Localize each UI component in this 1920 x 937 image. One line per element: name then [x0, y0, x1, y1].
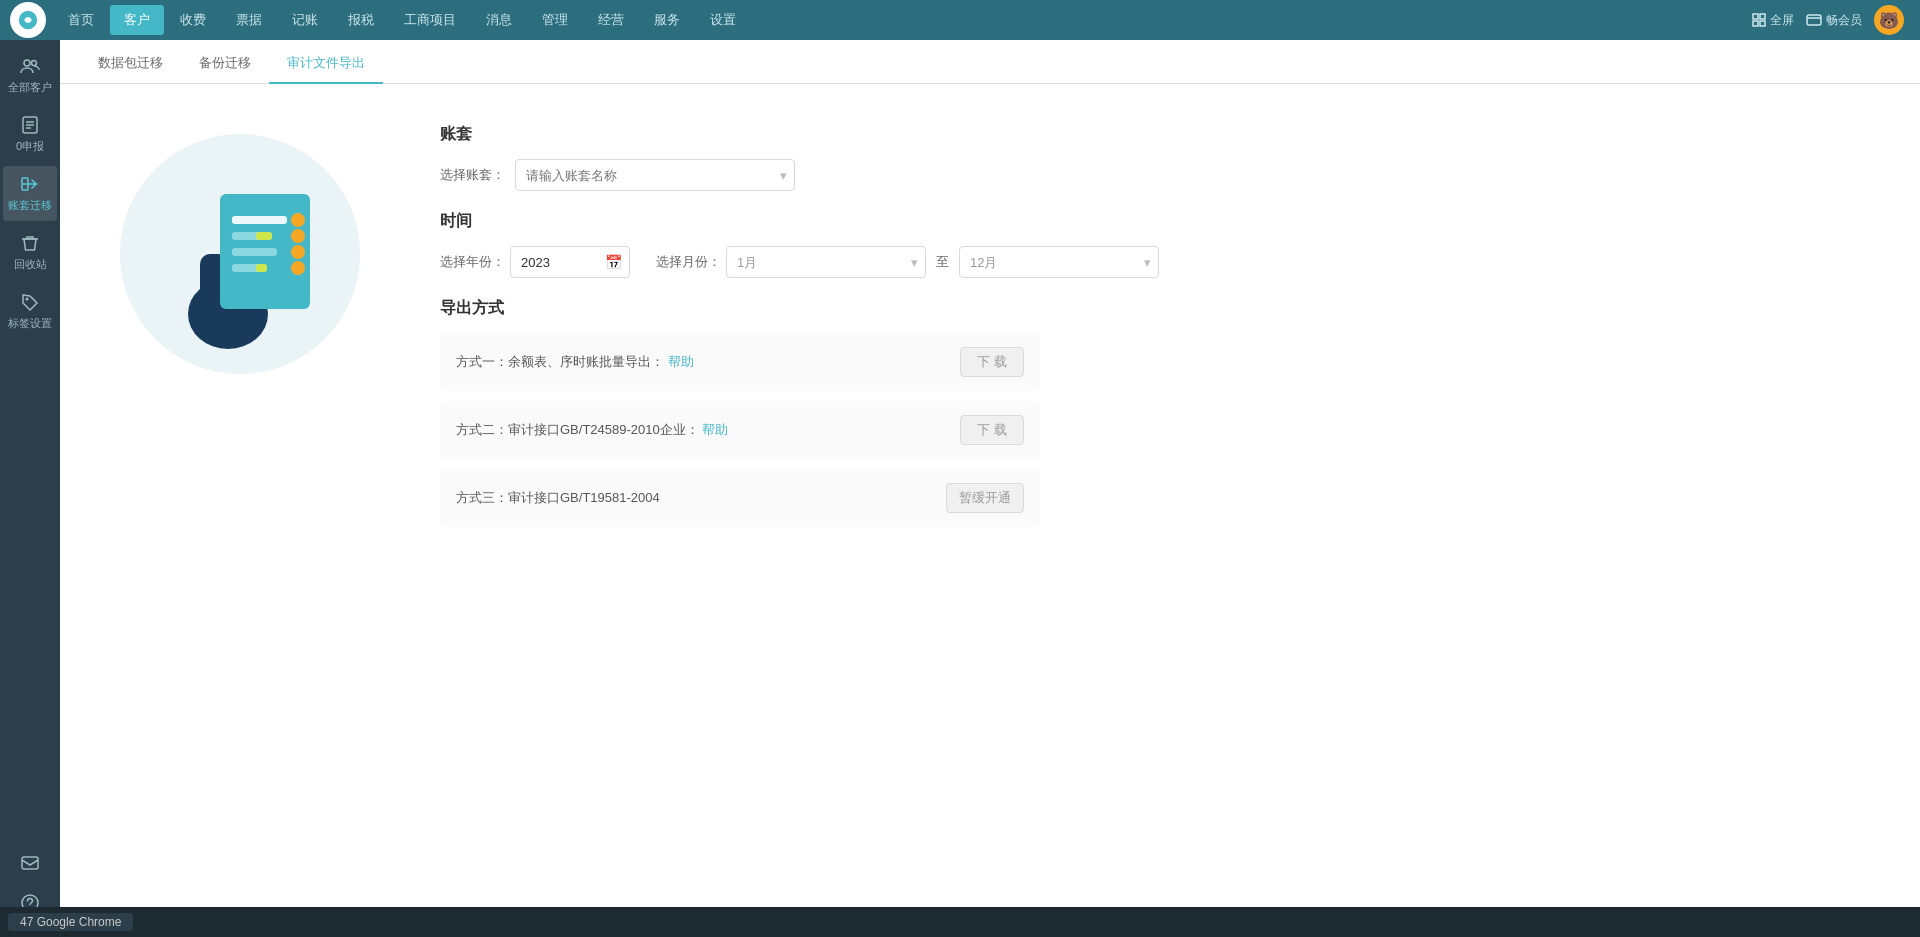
- nav-customer[interactable]: 客户: [110, 5, 164, 35]
- illustration-circle: [120, 134, 360, 374]
- tab-audit-export[interactable]: 审计文件导出: [269, 44, 383, 84]
- nav-invoice[interactable]: 票据: [222, 5, 276, 35]
- nav-message[interactable]: 消息: [472, 5, 526, 35]
- svg-point-8: [32, 61, 37, 66]
- svg-rect-12: [22, 857, 38, 869]
- form-row-account: 选择账套： ▾: [440, 159, 1040, 191]
- nav-fee[interactable]: 收费: [166, 5, 220, 35]
- svg-point-23: [291, 229, 305, 243]
- user-avatar[interactable]: 🐻: [1874, 5, 1904, 35]
- svg-point-1: [25, 17, 31, 23]
- sidebar-label-all-customers: 全部客户: [8, 80, 52, 95]
- illustration-area: [100, 114, 380, 374]
- sidebar-item-zero-report[interactable]: 0申报: [3, 107, 57, 162]
- nav-manage[interactable]: 管理: [528, 5, 582, 35]
- svg-rect-18: [232, 216, 287, 224]
- nav-home[interactable]: 首页: [54, 5, 108, 35]
- method-1-help-link[interactable]: 帮助: [668, 354, 694, 369]
- method-1-download-button[interactable]: 下 载: [960, 347, 1024, 377]
- sidebar-label-trash: 回收站: [14, 257, 47, 272]
- export-method-3: 方式三：审计接口GB/T19581-2004 暂缓开通: [440, 469, 1040, 527]
- app-logo: [10, 2, 46, 38]
- month-start-select-wrapper: 1月2月3月4月 5月6月7月8月 9月10月11月12月 ▾: [726, 246, 926, 278]
- year-input-wrapper: 📅: [510, 246, 630, 278]
- account-label: 选择账套：: [440, 166, 505, 184]
- svg-point-22: [291, 213, 305, 227]
- nav-operation[interactable]: 经营: [584, 5, 638, 35]
- method-1-label: 方式一：余额表、序时账批量导出： 帮助: [456, 353, 694, 371]
- taskbar: 47 Google Chrome: [0, 907, 1920, 937]
- svg-rect-5: [1760, 21, 1765, 26]
- sidebar-label-tags: 标签设置: [8, 316, 52, 331]
- nav-tax[interactable]: 报税: [334, 5, 388, 35]
- form-row-time: 选择年份： 📅 选择月份： 1月2月3月4月 5月6月7月8月 9月10月11月…: [440, 246, 1040, 278]
- year-input[interactable]: [510, 246, 630, 278]
- sidebar: 全部客户 0申报 账套迁移 回收站: [0, 40, 60, 937]
- month-start-label: 选择月份：: [656, 253, 716, 271]
- sidebar-label-migrate: 账套迁移: [8, 198, 52, 213]
- svg-rect-27: [256, 264, 267, 272]
- method-3-soon-button[interactable]: 暂缓开通: [946, 483, 1024, 513]
- svg-point-24: [291, 245, 305, 259]
- main-content-area: 数据包迁移 备份迁移 审计文件导出: [60, 40, 1920, 937]
- member-label: 畅会员: [1826, 12, 1862, 29]
- svg-rect-4: [1753, 21, 1758, 26]
- nav-service[interactable]: 服务: [640, 5, 694, 35]
- section-title-time: 时间: [440, 211, 1040, 232]
- fullscreen-label: 全屏: [1770, 12, 1794, 29]
- sidebar-label-zero-report: 0申报: [16, 139, 44, 154]
- svg-rect-6: [1807, 15, 1821, 25]
- time-separator: 至: [936, 253, 949, 271]
- tab-bar: 数据包迁移 备份迁移 审计文件导出: [60, 40, 1920, 84]
- nav-items: 首页 客户 收费 票据 记账 报税 工商项目 消息 管理 经营 服务 设置: [54, 5, 1752, 35]
- nav-right: 全屏 畅会员 🐻: [1752, 5, 1904, 35]
- fullscreen-button[interactable]: 全屏: [1752, 12, 1794, 29]
- taskbar-chrome[interactable]: 47 Google Chrome: [8, 913, 133, 931]
- account-input[interactable]: [515, 159, 795, 191]
- tab-backup-migrate[interactable]: 备份迁移: [181, 44, 269, 84]
- sidebar-item-migrate[interactable]: 账套迁移: [3, 166, 57, 221]
- form-area: 账套 选择账套： ▾ 时间 选择年份： 📅 选择月份：: [440, 114, 1040, 537]
- document-illustration: [150, 154, 330, 354]
- section-title-account: 账套: [440, 124, 1040, 145]
- export-method-1: 方式一：余额表、序时账批量导出： 帮助 下 载: [440, 333, 1040, 391]
- main-layout: 全部客户 0申报 账套迁移 回收站: [0, 40, 1920, 937]
- svg-rect-26: [256, 232, 272, 240]
- sidebar-item-trash[interactable]: 回收站: [3, 225, 57, 280]
- section-title-export: 导出方式: [440, 298, 1040, 319]
- export-method-2: 方式二：审计接口GB/T24589-2010企业： 帮助 下 载: [440, 401, 1040, 459]
- member-button[interactable]: 畅会员: [1806, 12, 1862, 29]
- account-select-wrapper: ▾: [515, 159, 795, 191]
- svg-point-7: [24, 60, 30, 66]
- nav-accounting[interactable]: 记账: [278, 5, 332, 35]
- nav-settings[interactable]: 设置: [696, 5, 750, 35]
- method-3-label: 方式三：审计接口GB/T19581-2004: [456, 489, 660, 507]
- month-end-select-wrapper: 1月2月3月4月 5月6月7月8月 9月10月11月12月 ▾: [959, 246, 1159, 278]
- month-end-select[interactable]: 1月2月3月4月 5月6月7月8月 9月10月11月12月: [959, 246, 1159, 278]
- sidebar-item-message[interactable]: [3, 845, 57, 881]
- svg-rect-3: [1760, 14, 1765, 19]
- svg-point-11: [26, 298, 29, 301]
- method-2-label: 方式二：审计接口GB/T24589-2010企业： 帮助: [456, 421, 728, 439]
- sidebar-item-all-customers[interactable]: 全部客户: [3, 48, 57, 103]
- nav-business[interactable]: 工商项目: [390, 5, 470, 35]
- svg-point-25: [291, 261, 305, 275]
- sidebar-item-tags[interactable]: 标签设置: [3, 284, 57, 339]
- top-navigation: 首页 客户 收费 票据 记账 报税 工商项目 消息 管理 经营 服务 设置 全屏: [0, 0, 1920, 40]
- tab-data-migrate[interactable]: 数据包迁移: [80, 44, 181, 84]
- method-2-help-link[interactable]: 帮助: [702, 422, 728, 437]
- method-2-download-button[interactable]: 下 载: [960, 415, 1024, 445]
- month-start-select[interactable]: 1月2月3月4月 5月6月7月8月 9月10月11月12月: [726, 246, 926, 278]
- year-label: 选择年份：: [440, 253, 500, 271]
- svg-rect-20: [232, 248, 277, 256]
- svg-rect-2: [1753, 14, 1758, 19]
- page-content: 账套 选择账套： ▾ 时间 选择年份： 📅 选择月份：: [60, 84, 1920, 937]
